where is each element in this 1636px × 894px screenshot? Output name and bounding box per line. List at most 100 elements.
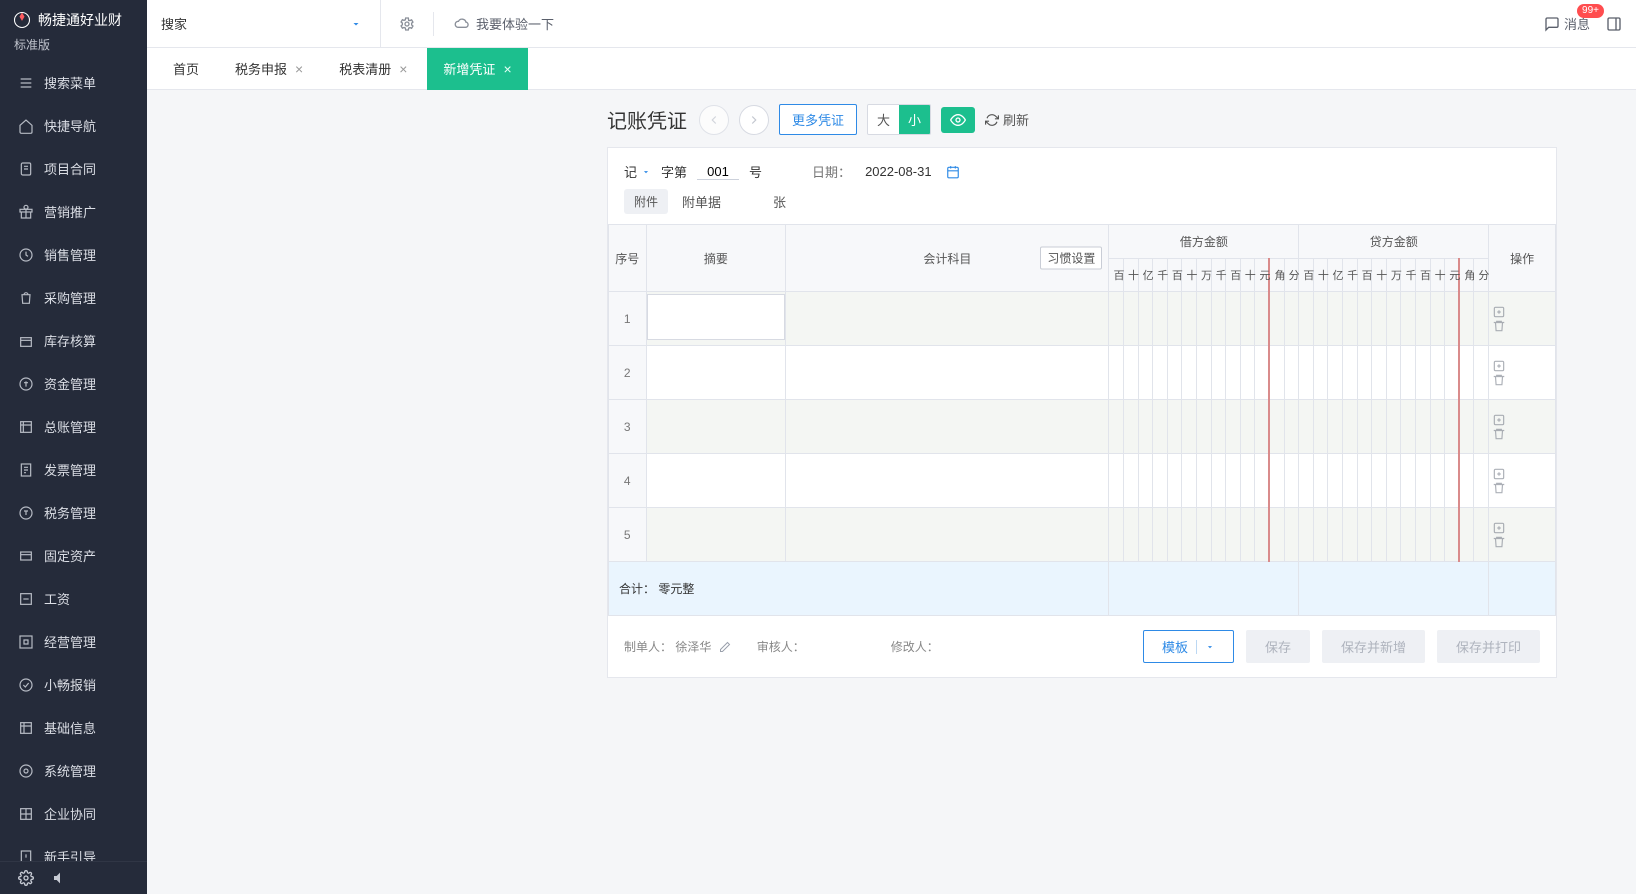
summary-cell[interactable] bbox=[646, 346, 786, 400]
digit-cell[interactable] bbox=[1138, 346, 1153, 400]
digit-cell[interactable] bbox=[1386, 292, 1401, 346]
sidebar-item-0[interactable]: 搜索菜单 bbox=[0, 61, 147, 104]
digit-cell[interactable] bbox=[1182, 400, 1197, 454]
digit-cell[interactable] bbox=[1343, 508, 1358, 562]
digit-cell[interactable] bbox=[1226, 346, 1241, 400]
digit-cell[interactable] bbox=[1313, 454, 1328, 508]
digit-cell[interactable] bbox=[1445, 454, 1460, 508]
digit-cell[interactable] bbox=[1255, 346, 1270, 400]
sidebar-item-9[interactable]: 发票管理 bbox=[0, 448, 147, 491]
digit-cell[interactable] bbox=[1474, 508, 1489, 562]
digit-cell[interactable] bbox=[1197, 292, 1212, 346]
sidebar-item-7[interactable]: 资金管理 bbox=[0, 362, 147, 405]
digit-cell[interactable] bbox=[1343, 400, 1358, 454]
digit-cell[interactable] bbox=[1313, 508, 1328, 562]
digit-cell[interactable] bbox=[1269, 454, 1284, 508]
digit-cell[interactable] bbox=[1416, 292, 1431, 346]
digit-cell[interactable] bbox=[1255, 292, 1270, 346]
summary-cell[interactable] bbox=[646, 400, 786, 454]
tab-0[interactable]: 首页 bbox=[157, 48, 215, 90]
tab-1[interactable]: 税务申报× bbox=[219, 48, 319, 90]
digit-cell[interactable] bbox=[1313, 292, 1328, 346]
digit-cell[interactable] bbox=[1109, 454, 1124, 508]
digit-cell[interactable] bbox=[1299, 400, 1314, 454]
summary-cell[interactable] bbox=[646, 508, 786, 562]
save-button[interactable]: 保存 bbox=[1246, 630, 1310, 663]
digit-cell[interactable] bbox=[1269, 400, 1284, 454]
digit-cell[interactable] bbox=[1401, 400, 1416, 454]
digit-cell[interactable] bbox=[1255, 508, 1270, 562]
prev-button[interactable] bbox=[699, 105, 729, 135]
digit-cell[interactable] bbox=[1167, 454, 1182, 508]
size-small-button[interactable]: 小 bbox=[899, 105, 930, 134]
digit-cell[interactable] bbox=[1474, 400, 1489, 454]
summary-cell[interactable] bbox=[646, 454, 786, 508]
save-print-button[interactable]: 保存并打印 bbox=[1437, 630, 1540, 663]
digit-cell[interactable] bbox=[1372, 400, 1387, 454]
sidebar-item-3[interactable]: 营销推广 bbox=[0, 190, 147, 233]
subject-cell[interactable] bbox=[786, 292, 1109, 346]
digit-cell[interactable] bbox=[1226, 508, 1241, 562]
digit-cell[interactable] bbox=[1386, 454, 1401, 508]
digit-cell[interactable] bbox=[1299, 508, 1314, 562]
digit-cell[interactable] bbox=[1284, 346, 1299, 400]
digit-cell[interactable] bbox=[1197, 454, 1212, 508]
digit-cell[interactable] bbox=[1255, 400, 1270, 454]
digit-cell[interactable] bbox=[1197, 346, 1212, 400]
digit-cell[interactable] bbox=[1284, 454, 1299, 508]
digit-cell[interactable] bbox=[1240, 400, 1255, 454]
preview-button[interactable] bbox=[941, 107, 975, 133]
digit-cell[interactable] bbox=[1299, 292, 1314, 346]
digit-cell[interactable] bbox=[1167, 508, 1182, 562]
search-dropdown-icon[interactable] bbox=[344, 18, 368, 30]
digit-cell[interactable] bbox=[1255, 454, 1270, 508]
add-row-icon[interactable] bbox=[1492, 359, 1506, 373]
digit-cell[interactable] bbox=[1357, 292, 1372, 346]
digit-cell[interactable] bbox=[1459, 400, 1474, 454]
sidebar-item-16[interactable]: 系统管理 bbox=[0, 749, 147, 792]
digit-cell[interactable] bbox=[1401, 454, 1416, 508]
digit-cell[interactable] bbox=[1459, 346, 1474, 400]
digit-cell[interactable] bbox=[1343, 454, 1358, 508]
digit-cell[interactable] bbox=[1474, 292, 1489, 346]
add-row-icon[interactable] bbox=[1492, 521, 1506, 535]
digit-cell[interactable] bbox=[1153, 454, 1168, 508]
digit-cell[interactable] bbox=[1269, 346, 1284, 400]
sidebar-item-4[interactable]: 销售管理 bbox=[0, 233, 147, 276]
subject-cell[interactable] bbox=[786, 454, 1109, 508]
digit-cell[interactable] bbox=[1138, 292, 1153, 346]
digit-cell[interactable] bbox=[1328, 292, 1343, 346]
digit-cell[interactable] bbox=[1416, 508, 1431, 562]
sidebar-item-18[interactable]: 新手引导 bbox=[0, 835, 147, 861]
template-button[interactable]: 模板 bbox=[1143, 630, 1234, 663]
subject-cell[interactable] bbox=[786, 400, 1109, 454]
delete-row-icon[interactable] bbox=[1492, 481, 1506, 495]
tab-3[interactable]: 新增凭证× bbox=[427, 48, 527, 90]
next-button[interactable] bbox=[739, 105, 769, 135]
digit-cell[interactable] bbox=[1211, 292, 1226, 346]
digit-cell[interactable] bbox=[1182, 508, 1197, 562]
digit-cell[interactable] bbox=[1299, 346, 1314, 400]
digit-cell[interactable] bbox=[1328, 454, 1343, 508]
digit-cell[interactable] bbox=[1109, 292, 1124, 346]
sound-icon[interactable] bbox=[52, 870, 68, 886]
digit-cell[interactable] bbox=[1124, 400, 1139, 454]
digit-cell[interactable] bbox=[1357, 400, 1372, 454]
add-row-icon[interactable] bbox=[1492, 467, 1506, 481]
close-icon[interactable]: × bbox=[503, 61, 511, 77]
refresh-button[interactable]: 刷新 bbox=[985, 110, 1029, 129]
digit-cell[interactable] bbox=[1240, 508, 1255, 562]
message-button[interactable]: 消息 99+ bbox=[1544, 14, 1590, 33]
digit-cell[interactable] bbox=[1182, 346, 1197, 400]
digit-cell[interactable] bbox=[1386, 400, 1401, 454]
sidebar-item-11[interactable]: 固定资产 bbox=[0, 534, 147, 577]
digit-cell[interactable] bbox=[1430, 400, 1445, 454]
subject-cell[interactable] bbox=[786, 346, 1109, 400]
digit-cell[interactable] bbox=[1138, 508, 1153, 562]
digit-cell[interactable] bbox=[1211, 400, 1226, 454]
calendar-icon[interactable] bbox=[946, 165, 960, 179]
digit-cell[interactable] bbox=[1328, 508, 1343, 562]
subject-cell[interactable] bbox=[786, 508, 1109, 562]
sidebar-item-12[interactable]: 工资 bbox=[0, 577, 147, 620]
sidebar-item-15[interactable]: 基础信息 bbox=[0, 706, 147, 749]
